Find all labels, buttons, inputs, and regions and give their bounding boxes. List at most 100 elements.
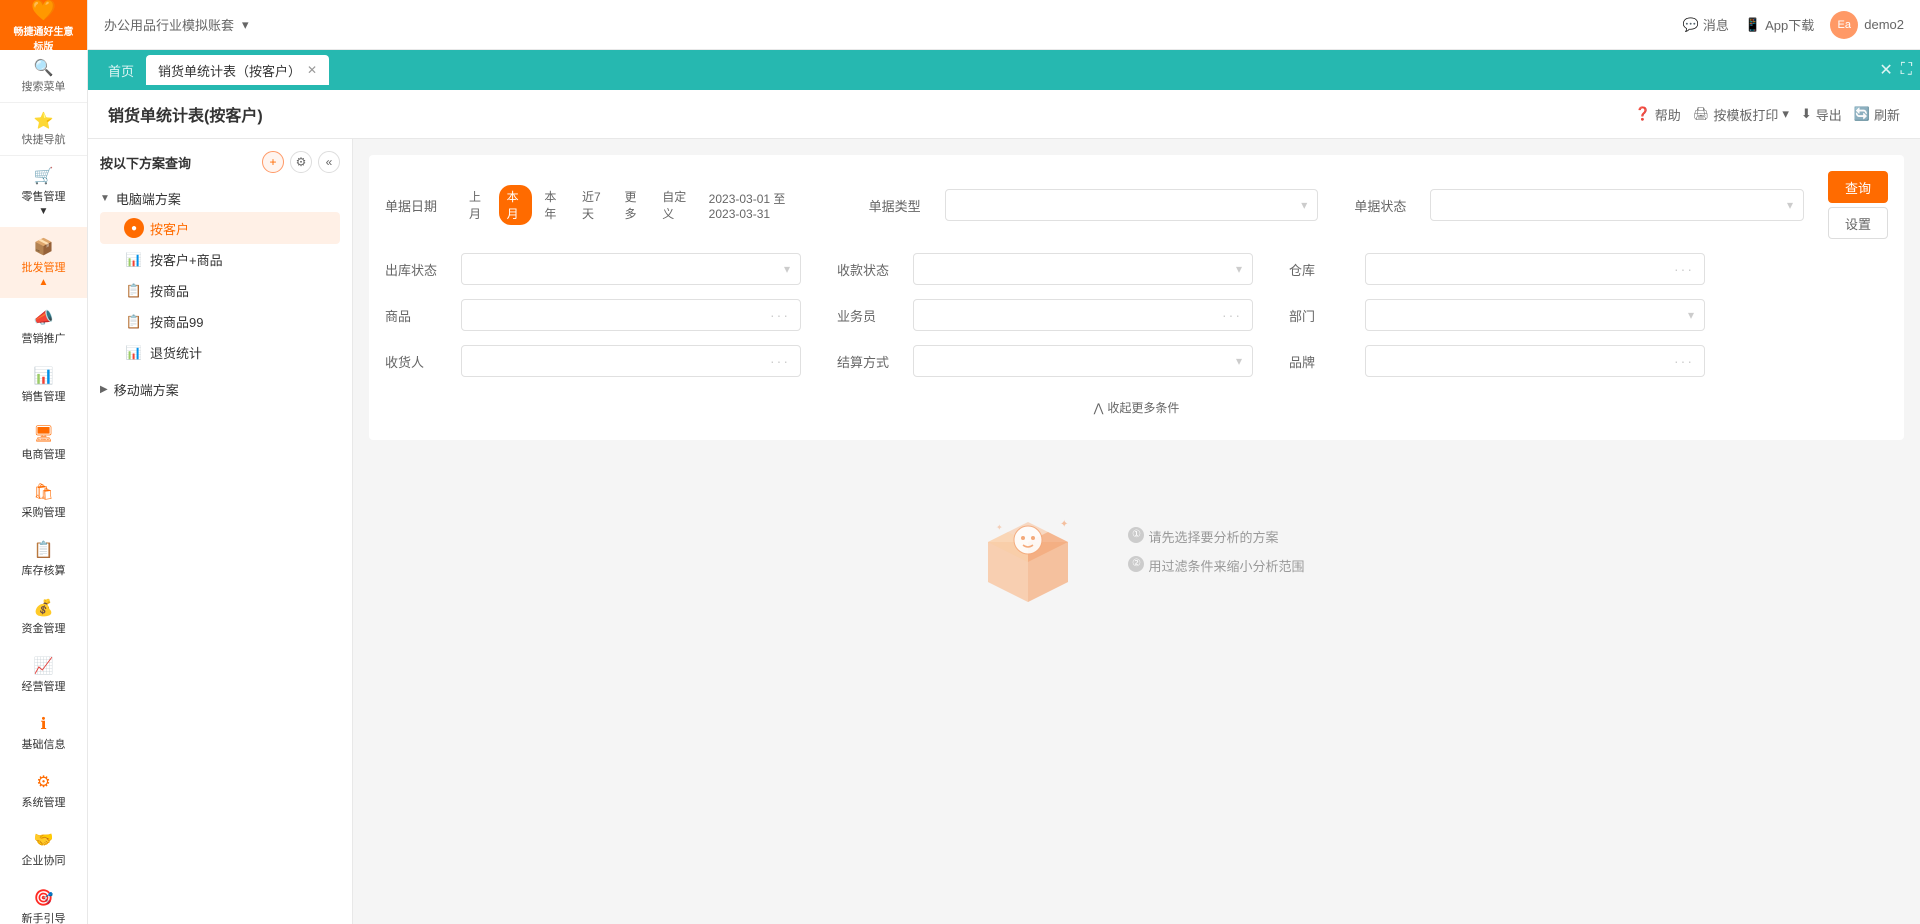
desktop-scheme-header[interactable]: ▼ 电脑端方案 [100, 185, 340, 212]
collect-status-select[interactable]: ▾ [913, 253, 1253, 285]
sidebar-item-quick-nav[interactable]: ⭐ 快捷导航 [0, 103, 87, 156]
settings-button[interactable]: 设置 [1828, 207, 1888, 239]
user-profile-btn[interactable]: Ea demo2 [1830, 11, 1904, 39]
settings-scheme-icon: ⚙ [296, 155, 307, 169]
chart-icon: 📊 [124, 252, 144, 268]
warehouse-select[interactable]: ··· [1365, 253, 1705, 285]
desktop-scheme-label: 电脑端方案 [116, 189, 181, 208]
wholesale-expand-icon: ▲ [39, 277, 49, 288]
sidebar-item-sales[interactable]: 📊 销售管理 [0, 356, 87, 414]
bill-type-select[interactable]: ▾ [945, 189, 1319, 221]
left-panel-header: 按以下方案查询 + ⚙ « [100, 151, 340, 173]
query-button[interactable]: 查询 [1828, 171, 1888, 203]
print-dropdown-icon[interactable]: ▾ [1782, 106, 1789, 122]
page-actions: ❓ 帮助 🖨 按模板打印 ▾ ⬇ 导出 🔄 刷新 [1635, 105, 1900, 124]
tab-minimize-icon[interactable]: ✕ [1879, 60, 1892, 80]
scheme-item-by-customer-goods[interactable]: 📊 按客户+商品 [100, 244, 340, 275]
add-scheme-btn[interactable]: + [262, 151, 284, 173]
scheme-item-by-goods-99[interactable]: 📋 按商品99 [100, 306, 340, 337]
tab-maximize-icon[interactable]: ⛶ [1901, 61, 1912, 79]
collapse-panel-btn[interactable]: « [318, 151, 340, 173]
tab-bar-right-actions: ✕ ⛶ [1879, 60, 1912, 80]
refresh-btn[interactable]: 🔄 刷新 [1854, 105, 1900, 124]
tab-close-icon[interactable]: ✕ [307, 63, 317, 77]
sidebar-item-wholesale[interactable]: 📦 批发管理 ▲ [0, 227, 87, 298]
mobile-scheme-header[interactable]: ▶ 移动端方案 [100, 376, 340, 403]
date-tab-this-year[interactable]: 本年 [536, 185, 570, 225]
subtitle-area[interactable]: 办公用品行业模拟账套 ▾ [104, 15, 249, 34]
scheme-item-by-goods[interactable]: 📋 按商品 [100, 275, 340, 306]
sidebar-item-finance[interactable]: 💰 资金管理 [0, 588, 87, 646]
date-tab-7days[interactable]: 近7天 [574, 185, 613, 225]
print-icon: 🖨 [1693, 106, 1710, 122]
wholesale-icon: 📦 [34, 237, 54, 257]
page-header: 销货单统计表(按客户) ❓ 帮助 🖨 按模板打印 ▾ ⬇ 导出 [88, 90, 1920, 139]
app-subtitle: 办公用品行业模拟账套 [104, 15, 234, 34]
active-scheme-dot: ● [124, 218, 144, 238]
message-btn[interactable]: 💬 消息 [1683, 15, 1729, 34]
brand-select[interactable]: ··· [1365, 345, 1705, 377]
tab-home-label: 首页 [108, 61, 134, 80]
message-icon: 💬 [1683, 17, 1699, 33]
box-svg: ✦ ✦ [968, 492, 1088, 612]
sidebar-item-basic[interactable]: ℹ 基础信息 [0, 704, 87, 762]
sidebar-item-enterprise[interactable]: 🤝 企业协同 [0, 820, 87, 878]
brand-dots-icon: ··· [1674, 353, 1694, 369]
sidebar-item-newbie[interactable]: 🎯 新手引导 [0, 878, 87, 924]
mobile-scheme-expand-icon: ▶ [100, 384, 108, 395]
sidebar-item-ecommerce[interactable]: 🖥 电商管理 [0, 414, 87, 472]
filter-section: 单据日期 上月 本月 本年 近7天 更多 自定义 2023-03-01 至 20… [369, 155, 1904, 440]
out-status-label: 出库状态 [385, 260, 445, 279]
scheme-item-refund-stats[interactable]: 📊 退货统计 [100, 337, 340, 368]
sidebar-item-operation[interactable]: 📈 经营管理 [0, 646, 87, 704]
desktop-scheme-section: ▼ 电脑端方案 ● 按客户 📊 [100, 185, 340, 368]
finance-icon: 💰 [34, 598, 54, 618]
sidebar-item-marketing[interactable]: 📣 营销推广 [0, 298, 87, 356]
payment-select[interactable]: ▾ [913, 345, 1253, 377]
sidebar-item-search[interactable]: 🔍 搜索菜单 [0, 50, 87, 103]
table-icon-2: 📋 [124, 314, 144, 330]
dept-label: 部门 [1289, 306, 1349, 325]
scheme-item-by-customer[interactable]: ● 按客户 [100, 212, 340, 244]
warehouse-dots-icon: ··· [1674, 261, 1694, 277]
goods-dots-icon: ··· [770, 307, 790, 323]
mobile-scheme-section: ▶ 移动端方案 [100, 376, 340, 403]
filter-row-2: 出库状态 ▾ 收款状态 ▾ 仓库 [385, 253, 1888, 285]
warehouse-label: 仓库 [1289, 260, 1349, 279]
receiver-select[interactable]: ··· [461, 345, 801, 377]
content-area: 销货单统计表(按客户) ❓ 帮助 🖨 按模板打印 ▾ ⬇ 导出 [88, 90, 1920, 924]
app-logo[interactable]: 🧡 畅捷通好生意 标版 [0, 0, 87, 50]
export-btn[interactable]: ⬇ 导出 [1801, 105, 1842, 124]
tab-sales-stats[interactable]: 销货单统计表（按客户） ✕ [146, 55, 329, 85]
date-tab-more[interactable]: 更多 [617, 185, 651, 225]
tab-sales-stats-label: 销货单统计表（按客户） [158, 61, 301, 80]
subtitle-dropdown-icon[interactable]: ▾ [242, 17, 249, 33]
help-btn[interactable]: ❓ 帮助 [1635, 105, 1681, 124]
date-tab-this-month[interactable]: 本月 [499, 185, 533, 225]
print-btn[interactable]: 🖨 按模板打印 ▾ [1693, 105, 1789, 124]
tab-home[interactable]: 首页 [96, 55, 146, 85]
goods-select[interactable]: ··· [461, 299, 801, 331]
mobile-scheme-label: 移动端方案 [114, 380, 179, 399]
out-status-dropdown-icon: ▾ [784, 262, 790, 276]
dept-select[interactable]: ▾ [1365, 299, 1705, 331]
bill-status-select[interactable]: ▾ [1430, 189, 1804, 221]
avatar: Ea [1830, 11, 1858, 39]
app-download-btn[interactable]: 📱 App下载 [1745, 15, 1814, 34]
date-tab-custom[interactable]: 自定义 [654, 185, 696, 225]
staff-label: 业务员 [837, 306, 897, 325]
settings-scheme-btn[interactable]: ⚙ [290, 151, 312, 173]
bar-icon: 📊 [124, 345, 144, 361]
staff-select[interactable]: ··· [913, 299, 1253, 331]
collapse-bar[interactable]: ⋀ 收起更多条件 [385, 391, 1888, 424]
sidebar-item-purchase[interactable]: 🛍 采购管理 [0, 472, 87, 530]
sidebar-item-system[interactable]: ⚙ 系统管理 [0, 762, 87, 820]
sidebar-item-inventory[interactable]: 📋 库存核算 [0, 530, 87, 588]
staff-dots-icon: ··· [1222, 307, 1242, 323]
sidebar-item-retail[interactable]: 🛒 零售管理 ▼ [0, 156, 87, 227]
out-status-select[interactable]: ▾ [461, 253, 801, 285]
date-tab-last-month[interactable]: 上月 [461, 185, 495, 225]
content-body: 按以下方案查询 + ⚙ « [88, 139, 1920, 924]
logo-text: 畅捷通好生意 [14, 23, 74, 38]
goods-label: 商品 [385, 306, 445, 325]
